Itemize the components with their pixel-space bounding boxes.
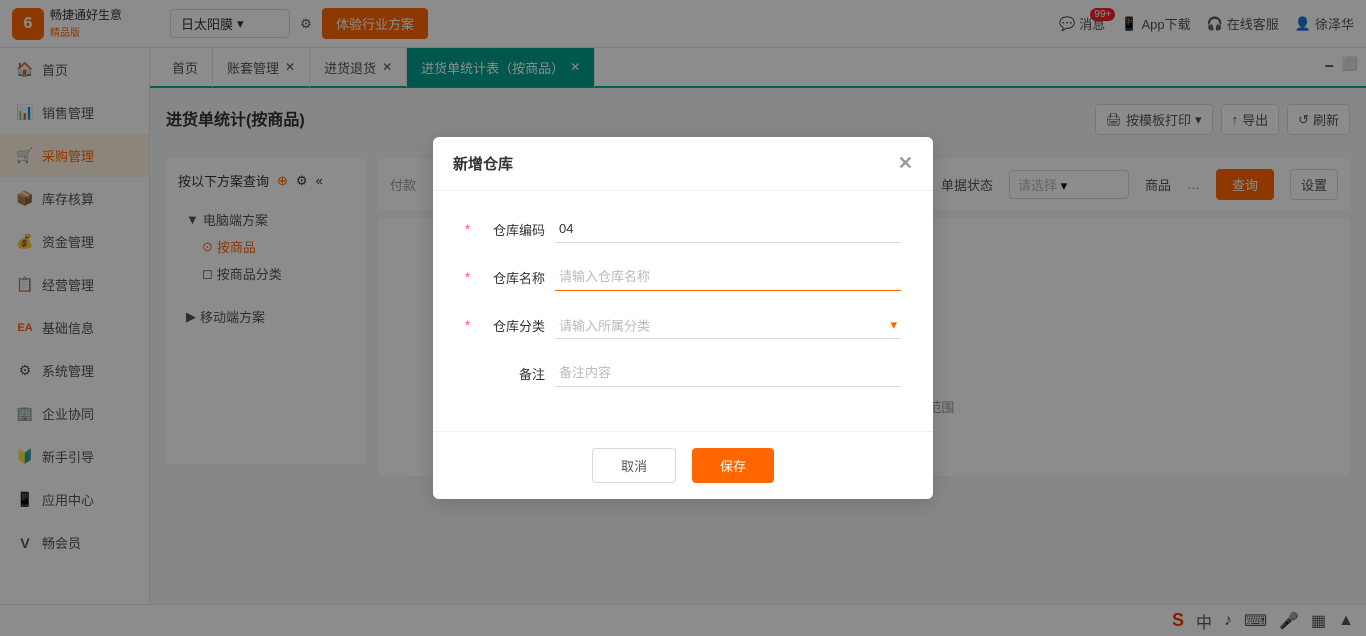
- form-row-name: 仓库名称: [465, 263, 901, 291]
- save-btn[interactable]: 保存: [692, 448, 774, 483]
- category-label: 仓库分类: [465, 316, 555, 335]
- form-row-remark: 备注: [465, 359, 901, 387]
- remark-input[interactable]: [555, 359, 901, 387]
- remark-label: 备注: [465, 364, 555, 383]
- modal-title: 新增仓库: [453, 153, 513, 174]
- modal-overlay: 新增仓库 ✕ 仓库编码 仓库名称 仓库分类 ▾: [0, 0, 1366, 636]
- category-select[interactable]: [555, 311, 901, 338]
- modal-footer: 取消 保存: [433, 431, 933, 499]
- form-row-code: 仓库编码: [465, 215, 901, 243]
- code-input[interactable]: [555, 215, 901, 243]
- modal-header: 新增仓库 ✕: [433, 137, 933, 191]
- category-dropdown-arrow: ▾: [890, 317, 897, 333]
- warehouse-modal: 新增仓库 ✕ 仓库编码 仓库名称 仓库分类 ▾: [433, 137, 933, 499]
- name-label: 仓库名称: [465, 268, 555, 287]
- modal-body: 仓库编码 仓库名称 仓库分类 ▾ 请输入所属分类: [433, 191, 933, 431]
- modal-close-icon[interactable]: ✕: [898, 153, 913, 174]
- code-label: 仓库编码: [465, 220, 555, 239]
- category-select-wrap[interactable]: ▾ 请输入所属分类: [555, 311, 901, 339]
- name-input[interactable]: [555, 263, 901, 291]
- cancel-btn[interactable]: 取消: [592, 448, 676, 483]
- form-row-category: 仓库分类 ▾ 请输入所属分类: [465, 311, 901, 339]
